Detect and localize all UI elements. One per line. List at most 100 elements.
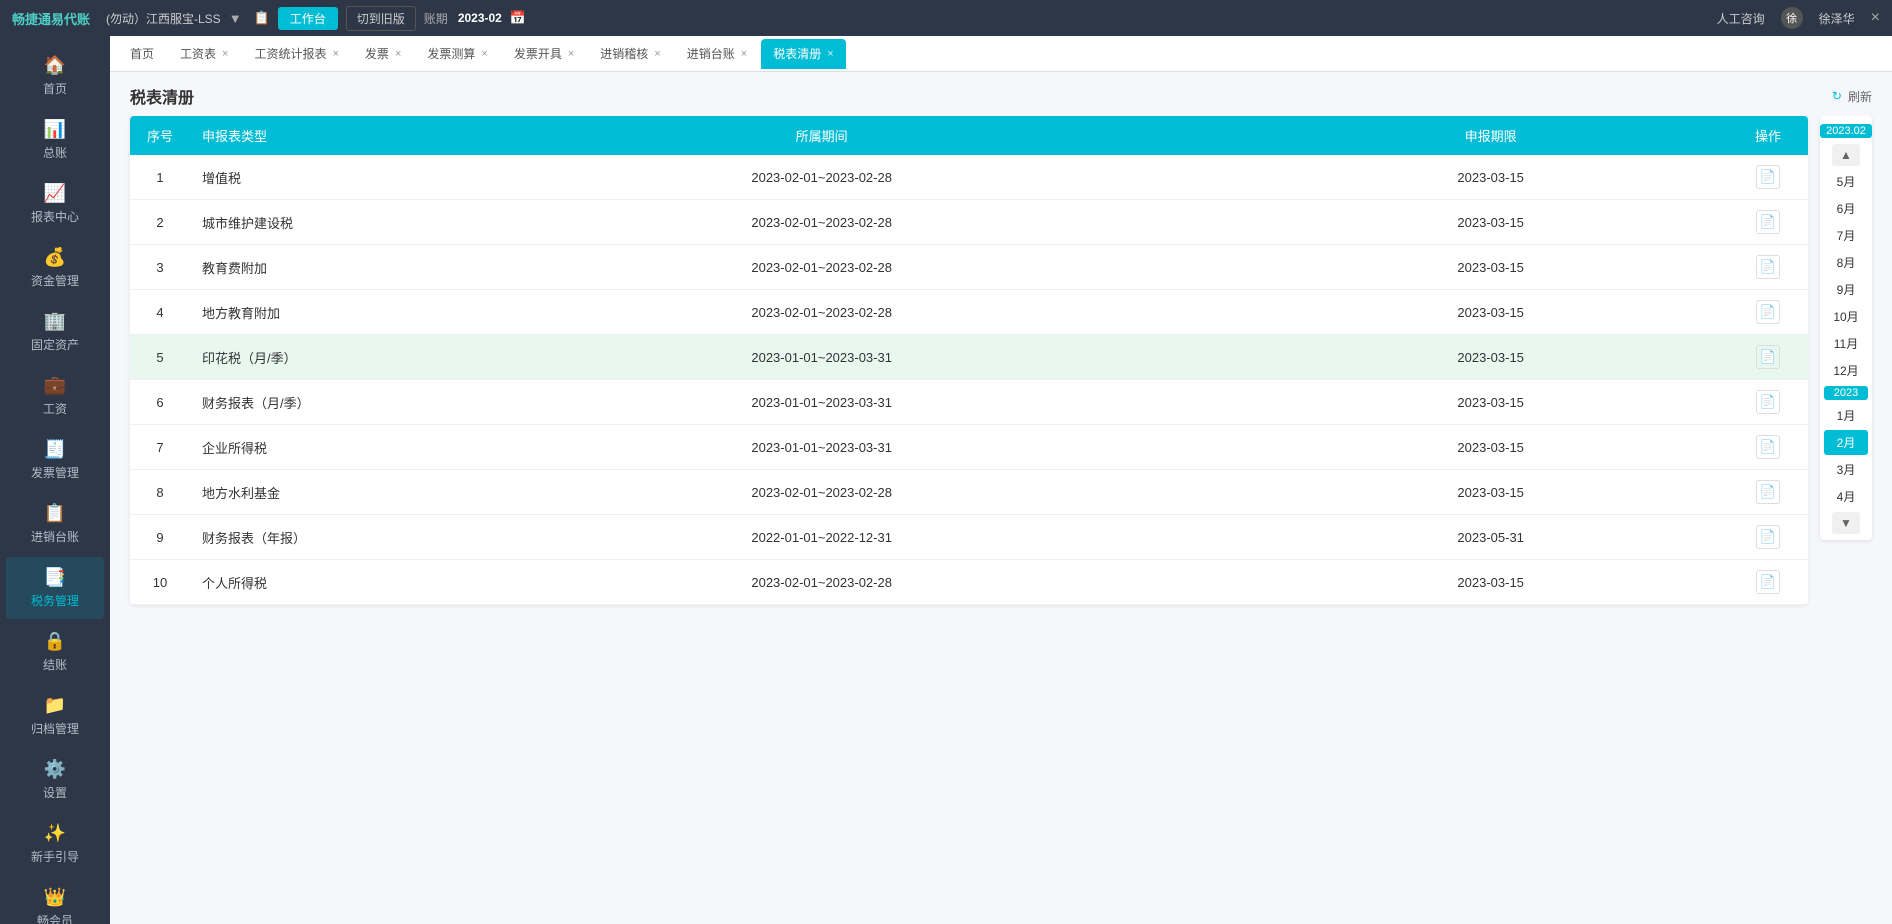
cell-period: 2023-02-01~2023-02-28 xyxy=(390,200,1253,245)
sidebar-item-invoice-mgmt[interactable]: 🧾 发票管理 xyxy=(6,429,104,491)
cell-deadline: 2023-03-15 xyxy=(1253,245,1728,290)
tab-invoice[interactable]: 发票 × xyxy=(353,39,413,69)
copy-icon[interactable]: 📋 xyxy=(254,10,270,26)
refresh-label: 刷新 xyxy=(1848,88,1872,105)
cal-month-5[interactable]: 5月 xyxy=(1824,169,1868,194)
cell-deadline: 2023-03-15 xyxy=(1253,335,1728,380)
tab-close-invoice-open[interactable]: × xyxy=(568,48,574,60)
sidebar-item-tax-mgmt[interactable]: 📑 税务管理 xyxy=(6,557,104,619)
sidebar-label-salary: 工资 xyxy=(43,400,67,417)
sidebar-item-closing[interactable]: 🔒 结账 xyxy=(6,621,104,683)
cal-period-badge: 2023.02 xyxy=(1820,124,1872,138)
tab-label-salary-table: 工资表 xyxy=(180,45,216,62)
cell-period: 2023-02-01~2023-02-28 xyxy=(390,560,1253,605)
action-view-icon[interactable]: 📄 xyxy=(1756,570,1780,594)
cal-nav-up[interactable]: ▲ xyxy=(1832,144,1860,166)
page-title: 税表清册 xyxy=(130,84,194,108)
period-label: 账期 xyxy=(424,10,448,27)
cell-period: 2022-01-01~2022-12-31 xyxy=(390,515,1253,560)
tab-close-invoice-check[interactable]: × xyxy=(481,48,487,60)
action-view-icon[interactable]: 📄 xyxy=(1756,525,1780,549)
invoice-mgmt-icon: 🧾 xyxy=(44,439,66,460)
sidebar-item-home[interactable]: 🏠 首页 xyxy=(6,45,104,107)
tab-tax-list[interactable]: 税表清册 × xyxy=(761,39,845,69)
sidebar-label-purchase-sales: 进销台账 xyxy=(31,528,79,545)
tab-close-salary-stats[interactable]: × xyxy=(332,48,338,60)
period-value: 2023-02 xyxy=(458,11,502,25)
calendar-icon[interactable]: 📅 xyxy=(510,10,526,26)
action-view-icon[interactable]: 📄 xyxy=(1756,480,1780,504)
cell-period: 2023-01-01~2023-03-31 xyxy=(390,380,1253,425)
cal-month-8[interactable]: 8月 xyxy=(1824,250,1868,275)
reports-icon: 📈 xyxy=(44,183,66,204)
action-view-icon[interactable]: 📄 xyxy=(1756,300,1780,324)
action-view-icon[interactable]: 📄 xyxy=(1756,165,1780,189)
sidebar-item-purchase-sales[interactable]: 📋 进销台账 xyxy=(6,493,104,555)
action-view-icon[interactable]: 📄 xyxy=(1756,210,1780,234)
cell-action: 📄 xyxy=(1728,200,1808,245)
top-bar: 畅捷通易代账 (勿动）江西服宝-LSS ▼ 📋 工作台 切到旧版 账期 2023… xyxy=(0,0,1892,36)
table-row: 4 地方教育附加 2023-02-01~2023-02-28 2023-03-1… xyxy=(130,290,1808,335)
cal-month-4[interactable]: 4月 xyxy=(1824,484,1868,509)
sidebar-item-ledger[interactable]: 📊 总账 xyxy=(6,109,104,171)
cell-type: 财务报表（年报） xyxy=(190,515,390,560)
tab-salary-stats[interactable]: 工资统计报表 × xyxy=(242,39,350,69)
tab-salary-table[interactable]: 工资表 × xyxy=(168,39,240,69)
tab-close-purchase-verify[interactable]: × xyxy=(654,48,660,60)
cell-period: 2023-02-01~2023-02-28 xyxy=(390,155,1253,200)
cell-index: 2 xyxy=(130,200,190,245)
sidebar-label-fixed-assets: 固定资产 xyxy=(31,336,79,353)
company-dropdown-icon[interactable]: ▼ xyxy=(229,11,242,26)
sidebar-label-archive: 归档管理 xyxy=(31,720,79,737)
top-close-icon[interactable]: × xyxy=(1871,9,1880,27)
tab-close-tax-list[interactable]: × xyxy=(827,48,833,60)
sidebar-item-salary[interactable]: 💼 工资 xyxy=(6,365,104,427)
cal-month-10[interactable]: 10月 xyxy=(1824,304,1868,329)
tab-home[interactable]: 首页 xyxy=(118,39,166,69)
cal-nav-down[interactable]: ▼ xyxy=(1832,512,1860,534)
tab-invoice-check[interactable]: 发票测算 × xyxy=(415,39,499,69)
tab-invoice-open[interactable]: 发票开具 × xyxy=(502,39,586,69)
action-view-icon[interactable]: 📄 xyxy=(1756,345,1780,369)
tab-close-salary-table[interactable]: × xyxy=(222,48,228,60)
cal-month-11[interactable]: 11月 xyxy=(1824,331,1868,356)
tax-mgmt-icon: 📑 xyxy=(44,567,66,588)
sidebar-item-reports[interactable]: 📈 报表中心 xyxy=(6,173,104,235)
action-view-icon[interactable]: 📄 xyxy=(1756,435,1780,459)
refresh-icon: ↻ xyxy=(1832,89,1842,103)
cal-month-9[interactable]: 9月 xyxy=(1824,277,1868,302)
settings-icon: ⚙️ xyxy=(44,759,66,780)
sidebar-item-fixed-assets[interactable]: 🏢 固定资产 xyxy=(6,301,104,363)
th-index: 序号 xyxy=(130,116,190,155)
cell-index: 7 xyxy=(130,425,190,470)
refresh-button[interactable]: ↻ 刷新 xyxy=(1832,88,1872,105)
action-view-icon[interactable]: 📄 xyxy=(1756,255,1780,279)
tab-close-invoice[interactable]: × xyxy=(395,48,401,60)
cell-index: 1 xyxy=(130,155,190,200)
sidebar-item-fund[interactable]: 💰 资金管理 xyxy=(6,237,104,299)
sidebar-item-member[interactable]: 👑 畅会员 xyxy=(6,877,104,924)
cal-month-12[interactable]: 12月 xyxy=(1824,358,1868,383)
table-row: 7 企业所得税 2023-01-01~2023-03-31 2023-03-15… xyxy=(130,425,1808,470)
sidebar-item-archive[interactable]: 📁 归档管理 xyxy=(6,685,104,747)
switch-old-button[interactable]: 切到旧版 xyxy=(346,6,416,31)
cal-month-1[interactable]: 1月 xyxy=(1824,403,1868,428)
cell-period: 2023-02-01~2023-02-28 xyxy=(390,470,1253,515)
cal-month-2[interactable]: 2月 xyxy=(1824,430,1868,455)
sidebar-label-closing: 结账 xyxy=(43,656,67,673)
cell-period: 2023-01-01~2023-03-31 xyxy=(390,425,1253,470)
action-view-icon[interactable]: 📄 xyxy=(1756,390,1780,414)
cal-month-3[interactable]: 3月 xyxy=(1824,457,1868,482)
tab-purchase-verify[interactable]: 进销稽核 × xyxy=(588,39,672,69)
sidebar: 🏠 首页 📊 总账 📈 报表中心 💰 资金管理 🏢 固定资产 💼 工资 🧾 发票… xyxy=(0,36,110,924)
support-button[interactable]: 人工咨询 xyxy=(1717,10,1765,27)
user-name[interactable]: 徐泽华 xyxy=(1819,10,1855,27)
sidebar-item-guide[interactable]: ✨ 新手引导 xyxy=(6,813,104,875)
cal-month-7[interactable]: 7月 xyxy=(1824,223,1868,248)
sidebar-item-settings[interactable]: ⚙️ 设置 xyxy=(6,749,104,811)
guide-icon: ✨ xyxy=(44,823,66,844)
tab-close-purchase-ledger[interactable]: × xyxy=(741,48,747,60)
cal-month-6[interactable]: 6月 xyxy=(1824,196,1868,221)
workstation-button[interactable]: 工作台 xyxy=(278,7,338,30)
tab-purchase-ledger[interactable]: 进销台账 × xyxy=(675,39,759,69)
